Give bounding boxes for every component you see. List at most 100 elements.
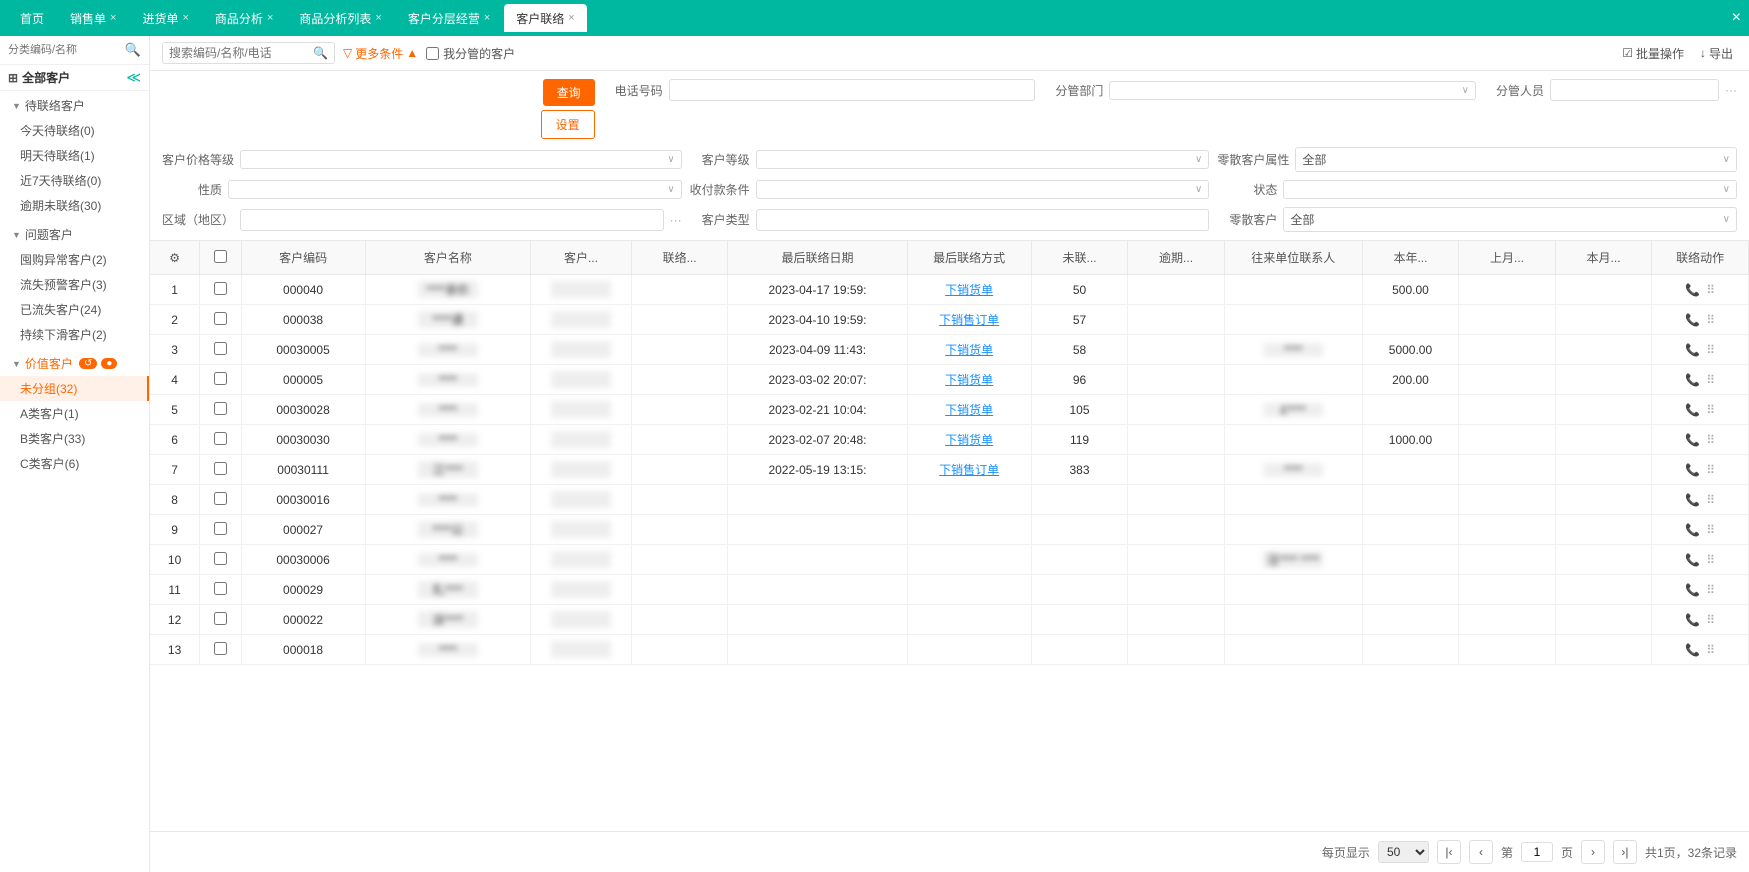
phone-action-icon[interactable]: 📞 (1685, 643, 1700, 657)
all-customers-btn[interactable]: ⊞ 全部客户 (8, 69, 70, 86)
row-check[interactable] (200, 485, 241, 515)
row-check[interactable] (200, 575, 241, 605)
group-problem-title[interactable]: ▼ 问题客户 (0, 222, 149, 247)
sidebar-collapse-btn[interactable]: ≪ (126, 69, 141, 86)
sidebar-search-input[interactable] (8, 44, 125, 56)
per-page-select[interactable]: 50 100 (1378, 841, 1429, 863)
reset-btn[interactable]: 设置 (541, 110, 595, 139)
region-input[interactable] (240, 209, 664, 231)
payment-select[interactable]: ∨ (756, 180, 1210, 199)
my-customers-filter[interactable]: 我分管的客户 (426, 45, 515, 62)
row-last-method[interactable]: 下销货单 (907, 395, 1031, 425)
sidebar-item-churn-warning[interactable]: 流失预警客户(3) (0, 272, 149, 297)
row-last-method[interactable]: 下销货单 (907, 425, 1031, 455)
col-header-overdue[interactable]: 逾期... (1128, 241, 1225, 275)
sidebar-item-b-class[interactable]: B类客户(33) (0, 426, 149, 451)
dept-select[interactable]: ∨ (1109, 81, 1476, 100)
sidebar-item-ungrouped[interactable]: 未分组(32) (0, 376, 149, 401)
row-check[interactable] (200, 605, 241, 635)
group-value-title[interactable]: ▼ 价值客户 ↺ ● (0, 351, 149, 376)
row-last-method[interactable] (907, 605, 1031, 635)
col-header-partner[interactable]: 往来单位联系人 (1224, 241, 1362, 275)
tab-customer-contact[interactable]: 客户联络 × (504, 4, 586, 32)
more-action-icon[interactable]: ⠿ (1706, 553, 1715, 567)
col-header-last-date[interactable]: 最后联络日期 (728, 241, 907, 275)
row-name[interactable]: ****请 (365, 305, 531, 335)
row-last-method[interactable]: 下销货单 (907, 335, 1031, 365)
more-action-icon[interactable]: ⠿ (1706, 463, 1715, 477)
close-customer-contact-tab[interactable]: × (568, 12, 574, 24)
row-last-method[interactable] (907, 545, 1031, 575)
col-header-contact[interactable]: 联络... (631, 241, 728, 275)
more-action-icon[interactable]: ⠿ (1706, 583, 1715, 597)
phone-action-icon[interactable]: 📞 (1685, 613, 1700, 627)
row-name[interactable]: 江**** (365, 455, 531, 485)
main-search-input[interactable] (169, 46, 309, 60)
more-action-icon[interactable]: ⠿ (1706, 493, 1715, 507)
row-name[interactable]: **** (365, 425, 531, 455)
customer-type-input[interactable] (756, 209, 1210, 231)
row-check[interactable] (200, 635, 241, 665)
more-action-icon[interactable]: ⠿ (1706, 403, 1715, 417)
customer-grade-select[interactable]: ∨ (756, 150, 1210, 169)
row-check[interactable] (200, 305, 241, 335)
more-action-icon[interactable]: ⠿ (1706, 373, 1715, 387)
manager-dots[interactable]: ··· (1725, 83, 1737, 97)
tab-product-analysis[interactable]: 商品分析 × (203, 4, 285, 32)
col-header-type[interactable]: 客户... (531, 241, 632, 275)
select-all-checkbox[interactable] (214, 250, 227, 263)
row-check[interactable] (200, 425, 241, 455)
phone-action-icon[interactable]: 📞 (1685, 493, 1700, 507)
next-page-btn[interactable]: › (1581, 840, 1605, 864)
row-name[interactable]: ****公 (365, 515, 531, 545)
first-page-btn[interactable]: |‹ (1437, 840, 1461, 864)
nature-select[interactable]: ∨ (228, 180, 682, 199)
home-tab[interactable]: 首页 (8, 4, 56, 32)
row-name[interactable]: **** (365, 335, 531, 365)
col-header-last-month[interactable]: 上月... (1459, 241, 1556, 275)
more-action-icon[interactable]: ⠿ (1706, 613, 1715, 627)
row-check[interactable] (200, 275, 241, 305)
page-number-input[interactable] (1521, 842, 1553, 862)
phone-action-icon[interactable]: 📞 (1685, 343, 1700, 357)
batch-operation-btn[interactable]: ☑ 批量操作 (1618, 43, 1688, 64)
my-customers-checkbox[interactable] (426, 47, 439, 60)
more-conditions-btn[interactable]: ▽ 更多条件 ▲ (343, 45, 418, 62)
row-last-method[interactable] (907, 635, 1031, 665)
group-pending-contact-title[interactable]: ▼ 待联络客户 (0, 93, 149, 118)
phone-action-icon[interactable]: 📞 (1685, 373, 1700, 387)
retail-customer-select[interactable]: 全部 ∨ (1283, 207, 1737, 232)
col-header-name[interactable]: 客户名称 (365, 241, 531, 275)
row-check[interactable] (200, 455, 241, 485)
row-last-method[interactable]: 下销售订单 (907, 455, 1031, 485)
retail-attr-select[interactable]: 全部 ∨ (1295, 147, 1737, 172)
sidebar-item-c-class[interactable]: C类客户(6) (0, 451, 149, 476)
sidebar-item-churned[interactable]: 已流失客户(24) (0, 297, 149, 322)
prev-page-btn[interactable]: ‹ (1469, 840, 1493, 864)
tab-product-list[interactable]: 商品分析列表 × (287, 4, 393, 32)
row-check[interactable] (200, 335, 241, 365)
more-action-icon[interactable]: ⠿ (1706, 313, 1715, 327)
more-action-icon[interactable]: ⠿ (1706, 433, 1715, 447)
phone-action-icon[interactable]: 📞 (1685, 523, 1700, 537)
close-sales-tab[interactable]: × (110, 12, 116, 24)
row-name[interactable]: 淡**** (365, 605, 531, 635)
more-action-icon[interactable]: ⠿ (1706, 343, 1715, 357)
sidebar-item-7days[interactable]: 近7天待联络(0) (0, 168, 149, 193)
row-name[interactable]: **** (365, 395, 531, 425)
tab-sales[interactable]: 销售单 × (58, 4, 128, 32)
export-btn[interactable]: ↓ 导出 (1696, 43, 1737, 64)
row-last-method[interactable] (907, 575, 1031, 605)
more-action-icon[interactable]: ⠿ (1706, 523, 1715, 537)
more-action-icon[interactable]: ⠿ (1706, 283, 1715, 297)
row-last-method[interactable] (907, 485, 1031, 515)
phone-input[interactable] (669, 79, 1036, 101)
last-page-btn[interactable]: ›| (1613, 840, 1637, 864)
price-grade-select[interactable]: ∨ (240, 150, 682, 169)
row-last-method[interactable] (907, 515, 1031, 545)
row-name[interactable]: **** (365, 545, 531, 575)
row-name[interactable]: **** (365, 635, 531, 665)
row-last-method[interactable]: 下销售订单 (907, 305, 1031, 335)
status-select[interactable]: ∨ (1283, 180, 1737, 199)
manager-input[interactable] (1550, 79, 1719, 101)
